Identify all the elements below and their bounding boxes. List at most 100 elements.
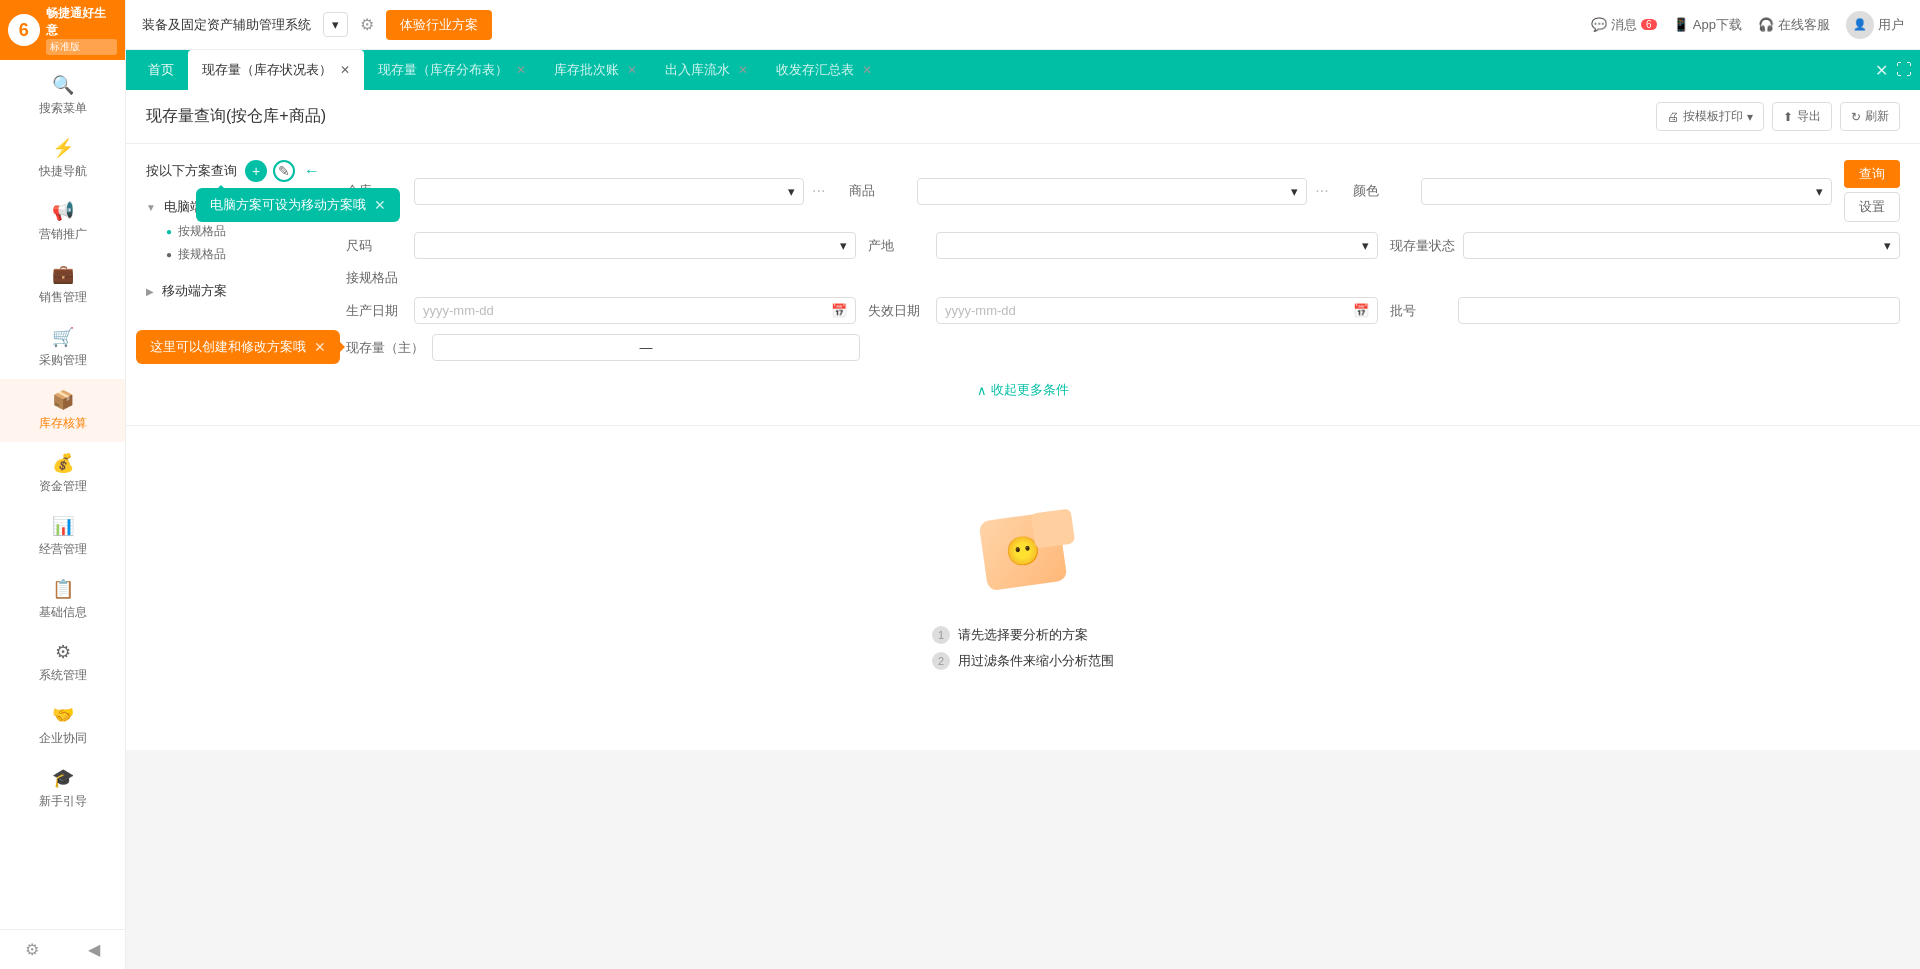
warehouse-dots[interactable]: ··· bbox=[812, 182, 825, 200]
tab-home[interactable]: 首页 bbox=[134, 50, 188, 90]
stock-qty-filter: 现存量（主） — bbox=[346, 334, 860, 361]
user-menu[interactable]: 👤 用户 bbox=[1846, 11, 1904, 39]
scheme-controls: + ✎ ← bbox=[245, 160, 323, 182]
main-area: 装备及固定资产辅助管理系统 ▾ ⚙ 体验行业方案 💬 消息 6 📱 App下载 … bbox=[126, 0, 1920, 969]
filter-label: 按以下方案查询 + ✎ ← bbox=[146, 160, 326, 182]
expiry-date-input[interactable]: yyyy-mm-dd 📅 bbox=[936, 297, 1378, 324]
scheme-panel: 按以下方案查询 + ✎ ← 电脑方案可设为移动方案哦 ✕ bbox=[146, 160, 326, 316]
size-filter: 尺码 ▾ bbox=[346, 232, 856, 259]
refresh-button[interactable]: ↻ 刷新 bbox=[1840, 102, 1900, 131]
stock-qty-range[interactable]: — bbox=[432, 334, 860, 361]
back-button[interactable]: ← bbox=[301, 160, 323, 182]
sidebar-item-sales[interactable]: 💼 销售管理 bbox=[0, 253, 125, 316]
tab-batch-account[interactable]: 库存批次账 ✕ bbox=[540, 50, 651, 90]
topbar-right: 💬 消息 6 📱 App下载 🎧 在线客服 👤 用户 bbox=[1591, 11, 1904, 39]
purchase-icon: 🛒 bbox=[52, 326, 74, 348]
origin-select[interactable]: ▾ bbox=[936, 232, 1378, 259]
chevron-down-icon: ▾ bbox=[788, 184, 795, 199]
step-1-num: 1 bbox=[932, 626, 950, 644]
system-title: 装备及固定资产辅助管理系统 bbox=[142, 16, 311, 34]
empty-illustration: 😶 bbox=[973, 506, 1073, 606]
sales-icon: 💼 bbox=[52, 263, 74, 285]
system-select[interactable]: ▾ bbox=[323, 12, 348, 37]
color-select[interactable]: ▾ bbox=[1421, 178, 1832, 205]
sub-item-1[interactable]: ● 按规格品 bbox=[146, 220, 326, 243]
settings-button[interactable]: ⚙ bbox=[25, 940, 39, 959]
logo-text: 畅捷通好生意 标准版 bbox=[46, 5, 117, 55]
reset-button[interactable]: 设置 bbox=[1844, 192, 1900, 222]
add-scheme-button[interactable]: + bbox=[245, 160, 267, 182]
step-2-num: 2 bbox=[932, 652, 950, 670]
basic-icon: 📋 bbox=[52, 578, 74, 600]
stock-status-select[interactable]: ▾ bbox=[1463, 232, 1900, 259]
online-support-button[interactable]: 🎧 在线客服 bbox=[1758, 16, 1830, 34]
pc-expand-icon[interactable]: ▼ bbox=[146, 202, 156, 213]
tab-recv-summary[interactable]: 收发存汇总表 ✕ bbox=[762, 50, 886, 90]
filter-area: 按以下方案查询 + ✎ ← 电脑方案可设为移动方案哦 ✕ bbox=[126, 144, 1920, 425]
production-date-filter: 生产日期 yyyy-mm-dd 📅 bbox=[346, 297, 856, 324]
close-tooltip2-button[interactable]: ✕ bbox=[314, 339, 326, 355]
app-download-button[interactable]: 📱 App下载 bbox=[1673, 16, 1742, 34]
sidebar: 6 畅捷通好生意 标准版 🔍 搜索菜单 ⚡ 快捷导航 📢 营销推广 💼 销售管理… bbox=[0, 0, 126, 969]
sidebar-item-quick[interactable]: ⚡ 快捷导航 bbox=[0, 127, 125, 190]
print-button[interactable]: 🖨 按模板打印 ▾ bbox=[1656, 102, 1764, 131]
avatar: 👤 bbox=[1846, 11, 1874, 39]
stock-qty-max[interactable] bbox=[659, 340, 852, 355]
fullscreen-button[interactable]: ⛶ bbox=[1896, 61, 1912, 79]
tab-inventory-status[interactable]: 现存量（库存状况表） ✕ bbox=[188, 50, 364, 90]
size-select[interactable]: ▾ bbox=[414, 232, 856, 259]
topbar: 装备及固定资产辅助管理系统 ▾ ⚙ 体验行业方案 💬 消息 6 📱 App下载 … bbox=[126, 0, 1920, 50]
close-all-tabs-button[interactable]: ✕ bbox=[1875, 61, 1888, 80]
sidebar-item-search[interactable]: 🔍 搜索菜单 bbox=[0, 64, 125, 127]
sub-item-2[interactable]: ● 接规格品 bbox=[146, 243, 326, 266]
refresh-icon: ↻ bbox=[1851, 110, 1861, 124]
batch-input[interactable] bbox=[1458, 297, 1900, 324]
close-tab-inventory-status[interactable]: ✕ bbox=[340, 63, 350, 77]
sidebar-item-system[interactable]: ⚙ 系统管理 bbox=[0, 631, 125, 694]
edit-scheme-button[interactable]: ✎ bbox=[273, 160, 295, 182]
export-button[interactable]: ⬆ 导出 bbox=[1772, 102, 1832, 131]
page: 现存量查询(按仓库+商品) 🖨 按模板打印 ▾ ⬆ 导出 ↻ 刷新 bbox=[126, 90, 1920, 969]
warehouse-select[interactable]: ▾ bbox=[414, 178, 804, 205]
sidebar-item-finance[interactable]: 💰 资金管理 bbox=[0, 442, 125, 505]
sidebar-item-enterprise[interactable]: 🤝 企业协同 bbox=[0, 694, 125, 757]
page-header: 现存量查询(按仓库+商品) 🖨 按模板打印 ▾ ⬆ 导出 ↻ 刷新 bbox=[126, 90, 1920, 144]
collapse-sidebar-button[interactable]: ◀ bbox=[88, 940, 100, 959]
sidebar-item-marketing[interactable]: 📢 营销推广 bbox=[0, 190, 125, 253]
close-tab-batch-account[interactable]: ✕ bbox=[627, 63, 637, 77]
collapse-filter-button[interactable]: ∧ 收起更多条件 bbox=[146, 371, 1900, 409]
finance-icon: 💰 bbox=[52, 452, 74, 474]
empty-state: 😶 1 请先选择要分析的方案 2 用过滤条件来缩小分析范围 bbox=[126, 426, 1920, 750]
color-filter: 颜色 ▾ bbox=[1353, 178, 1832, 205]
message-badge: 6 bbox=[1641, 19, 1657, 30]
close-tooltip1-button[interactable]: ✕ bbox=[374, 197, 386, 213]
message-button[interactable]: 💬 消息 6 bbox=[1591, 16, 1657, 34]
tabbar: 首页 现存量（库存状况表） ✕ 现存量（库存分布表） ✕ 库存批次账 ✕ 出入库… bbox=[126, 50, 1920, 90]
close-tab-inventory-dist[interactable]: ✕ bbox=[516, 63, 526, 77]
tab-inventory-dist[interactable]: 现存量（库存分布表） ✕ bbox=[364, 50, 540, 90]
mobile-expand-icon[interactable]: ▶ bbox=[146, 286, 154, 297]
sidebar-item-guide[interactable]: 🎓 新手引导 bbox=[0, 757, 125, 820]
close-tab-io-flow[interactable]: ✕ bbox=[738, 63, 748, 77]
sidebar-item-operation[interactable]: 📊 经营管理 bbox=[0, 505, 125, 568]
headset-icon: 🎧 bbox=[1758, 17, 1774, 32]
user-icon: 👤 bbox=[1853, 18, 1867, 31]
sidebar-item-inventory[interactable]: 📦 库存核算 bbox=[0, 379, 125, 442]
tooltip-scheme-mobile: 电脑方案可设为移动方案哦 ✕ bbox=[196, 188, 400, 222]
sidebar-bottom: ⚙ ◀ bbox=[0, 929, 125, 969]
expiry-date-filter: 失效日期 yyyy-mm-dd 📅 bbox=[868, 297, 1378, 324]
gear-icon[interactable]: ⚙ bbox=[360, 15, 374, 34]
batch-filter: 批号 bbox=[1390, 297, 1900, 324]
trial-button[interactable]: 体验行业方案 bbox=[386, 10, 492, 40]
search-button[interactable]: 查询 bbox=[1844, 160, 1900, 188]
tab-io-flow[interactable]: 出入库流水 ✕ bbox=[651, 50, 762, 90]
close-tab-recv-summary[interactable]: ✕ bbox=[862, 63, 872, 77]
sidebar-item-basic[interactable]: 📋 基础信息 bbox=[0, 568, 125, 631]
stock-qty-min[interactable] bbox=[441, 340, 634, 355]
production-date-input[interactable]: yyyy-mm-dd 📅 bbox=[414, 297, 856, 324]
export-icon: ⬆ bbox=[1783, 110, 1793, 124]
sidebar-item-purchase[interactable]: 🛒 采购管理 bbox=[0, 316, 125, 379]
goods-select[interactable]: ▾ bbox=[917, 178, 1307, 205]
goods-dots[interactable]: ··· bbox=[1315, 182, 1328, 200]
page-actions: 🖨 按模板打印 ▾ ⬆ 导出 ↻ 刷新 bbox=[1656, 102, 1900, 131]
